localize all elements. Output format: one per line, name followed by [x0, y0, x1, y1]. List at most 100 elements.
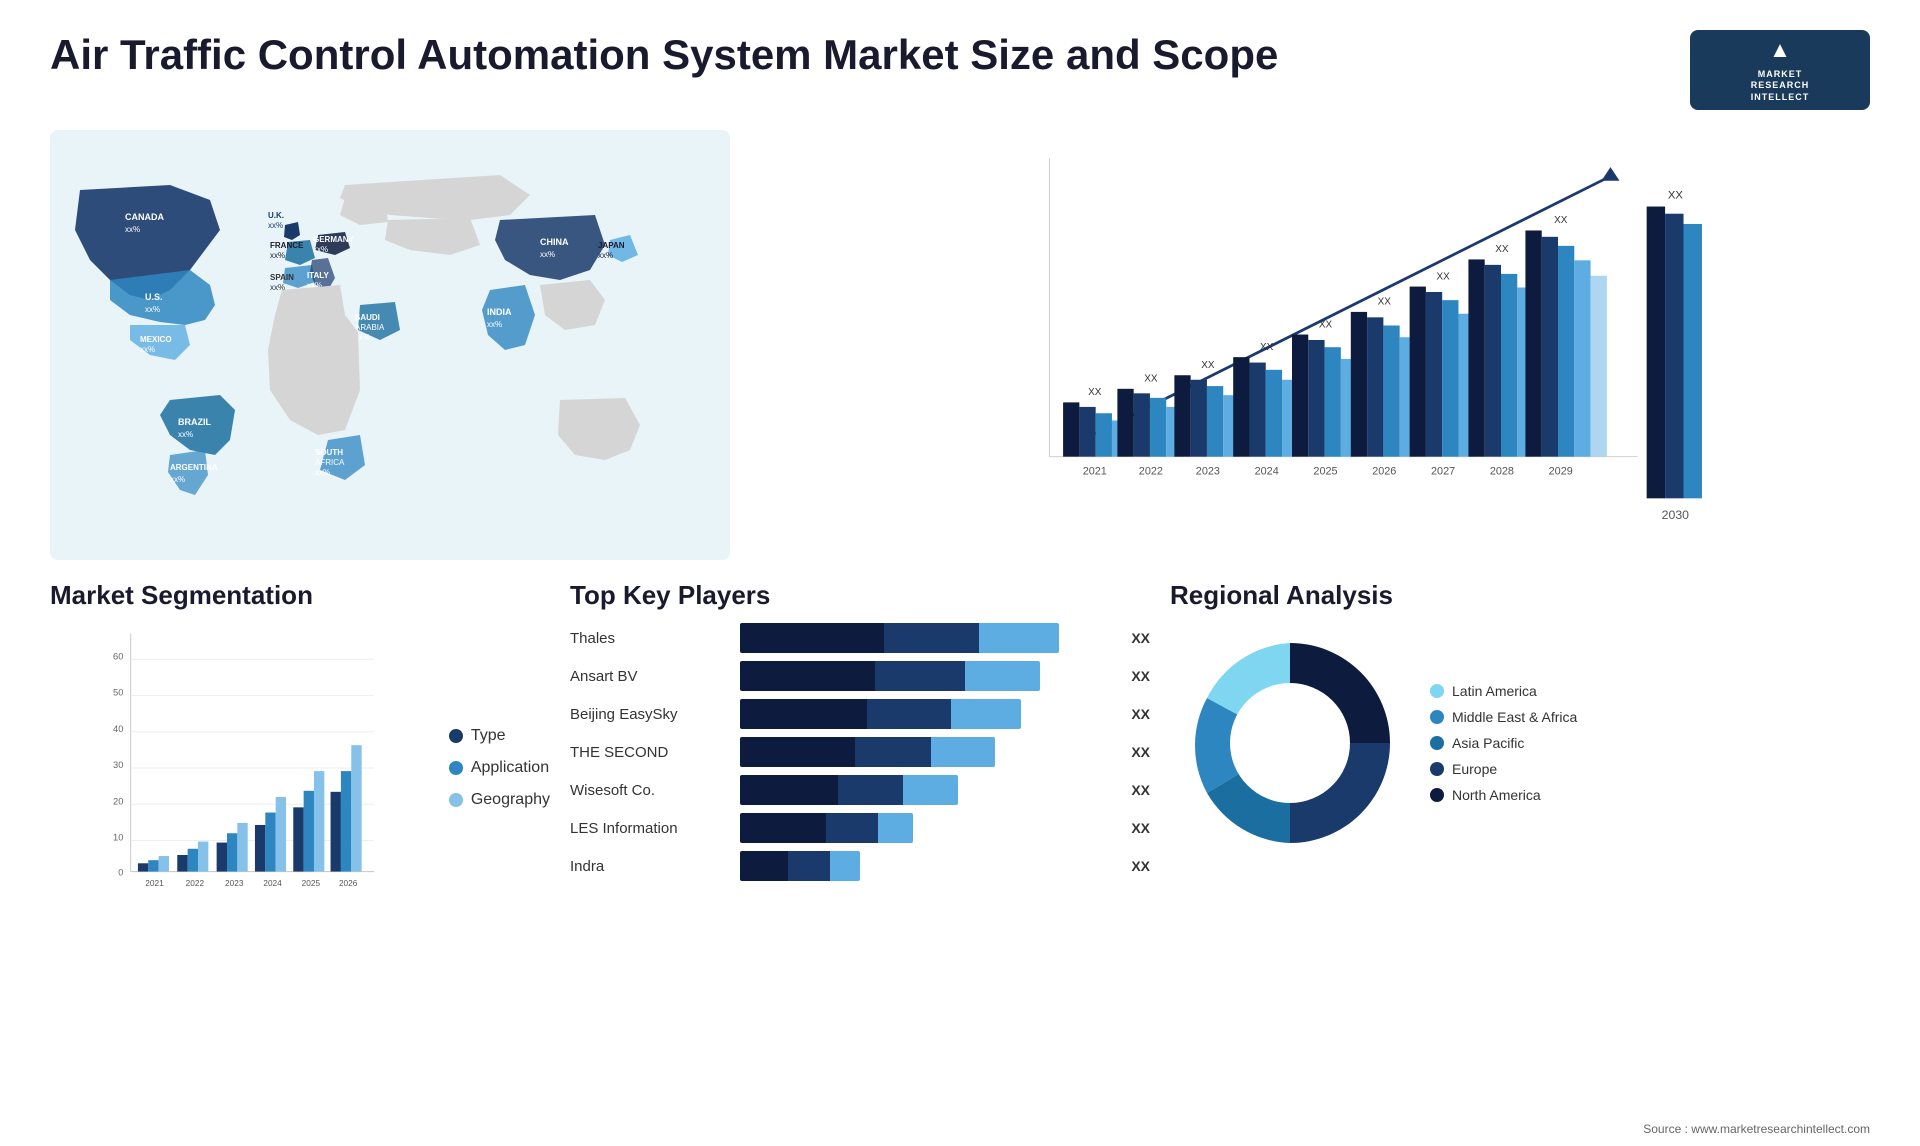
svg-text:xx%: xx% [487, 320, 502, 329]
svg-text:2024: 2024 [263, 879, 282, 888]
top-row: CANADA xx% U.S. xx% MEXICO xx% BRAZIL xx… [50, 130, 1870, 560]
player-bar-wisesoft [740, 775, 1115, 805]
legend-label-type: Type [471, 727, 506, 745]
regional-section: Regional Analysis [1170, 580, 1870, 920]
player-row-les: LES Information XX [570, 813, 1150, 843]
players-section: Top Key Players Thales XX [570, 580, 1150, 920]
page-title: Air Traffic Control Automation System Ma… [50, 30, 1278, 80]
logo-icon: ▲ [1769, 36, 1791, 65]
player-row-beijing: Beijing EasySky XX [570, 699, 1150, 729]
player-name-ansart: Ansart BV [570, 668, 730, 685]
player-bar-thales [740, 623, 1115, 653]
svg-text:xx%: xx% [270, 251, 285, 260]
player-xx-ansart: XX [1131, 668, 1150, 684]
svg-text:xx%: xx% [598, 251, 613, 260]
reg-label-mea: Middle East & Africa [1452, 709, 1577, 725]
bottom-row: Market Segmentation 0 10 20 30 40 50 [50, 580, 1870, 920]
player-xx-beijing: XX [1131, 706, 1150, 722]
reg-label-na: North America [1452, 787, 1541, 803]
legend-geography: Geography [449, 791, 550, 809]
regional-title: Regional Analysis [1170, 580, 1870, 611]
reg-legend-mea: Middle East & Africa [1430, 709, 1577, 725]
svg-text:JAPAN: JAPAN [598, 241, 625, 250]
svg-text:U.K.: U.K. [268, 211, 284, 220]
reg-dot-mea [1430, 710, 1444, 724]
logo-line2: RESEARCH [1751, 80, 1810, 92]
player-row-second: THE SECOND XX [570, 737, 1150, 767]
donut-svg [1170, 623, 1410, 863]
reg-label-asia: Asia Pacific [1452, 735, 1524, 751]
reg-label-latin: Latin America [1452, 683, 1537, 699]
reg-dot-asia [1430, 736, 1444, 750]
svg-text:xx%: xx% [140, 345, 155, 354]
reg-legend-asia: Asia Pacific [1430, 735, 1577, 751]
player-row-wisesoft: Wisesoft Co. XX [570, 775, 1150, 805]
svg-text:BRAZIL: BRAZIL [178, 417, 211, 427]
player-row-thales: Thales XX [570, 623, 1150, 653]
svg-text:U.S.: U.S. [145, 292, 163, 302]
seg-chart: 0 10 20 30 40 50 60 [50, 623, 429, 913]
svg-text:MEXICO: MEXICO [140, 335, 172, 344]
legend-type: Type [449, 727, 550, 745]
svg-text:XX: XX [1668, 189, 1684, 201]
bar-chart-section: 2021 XX 2022 XX 2023 XX [750, 130, 1870, 560]
logo: ▲ MARKET RESEARCH INTELLECT [1690, 30, 1870, 110]
world-map: CANADA xx% U.S. xx% MEXICO xx% BRAZIL xx… [50, 130, 730, 560]
svg-text:GERMANY: GERMANY [313, 235, 355, 244]
player-xx-wisesoft: XX [1131, 782, 1150, 798]
svg-text:2030: 2030 [1662, 508, 1689, 522]
player-xx-second: XX [1131, 744, 1150, 760]
player-name-thales: Thales [570, 630, 730, 647]
svg-text:ARABIA: ARABIA [355, 323, 385, 332]
svg-text:SAUDI: SAUDI [355, 313, 380, 322]
svg-text:ARGENTINA: ARGENTINA [170, 463, 218, 472]
svg-text:FRANCE: FRANCE [270, 241, 304, 250]
world-map-section: CANADA xx% U.S. xx% MEXICO xx% BRAZIL xx… [50, 130, 730, 560]
svg-text:SOUTH: SOUTH [315, 448, 343, 457]
page-container: Air Traffic Control Automation System Ma… [0, 0, 1920, 1146]
reg-label-europe: Europe [1452, 761, 1497, 777]
donut-chart [1170, 623, 1410, 863]
reg-legend-latin: Latin America [1430, 683, 1577, 699]
player-bar-beijing [740, 699, 1115, 729]
source-text: Source : www.marketresearchintellect.com [1643, 1122, 1870, 1136]
svg-text:2026: 2026 [339, 879, 358, 888]
segmentation-section: Market Segmentation 0 10 20 30 40 50 [50, 580, 550, 920]
legend-dot-application [449, 761, 463, 775]
svg-text:20: 20 [113, 796, 123, 806]
svg-text:INDIA: INDIA [487, 307, 512, 317]
bar-chart-overlay: 2030 XX [800, 140, 1920, 570]
player-bar-les [740, 813, 1115, 843]
reg-legend-europe: Europe [1430, 761, 1577, 777]
logo-line3: INTELLECT [1751, 92, 1810, 104]
player-bar-second [740, 737, 1115, 767]
svg-text:2021: 2021 [145, 879, 164, 888]
svg-text:10: 10 [113, 833, 123, 843]
svg-text:40: 40 [113, 724, 123, 734]
player-row-indra: Indra XX [570, 851, 1150, 881]
player-xx-thales: XX [1131, 630, 1150, 646]
svg-text:xx%: xx% [268, 221, 283, 230]
svg-text:2022: 2022 [186, 879, 205, 888]
segmentation-title: Market Segmentation [50, 580, 550, 611]
reg-dot-europe [1430, 762, 1444, 776]
svg-text:xx%: xx% [125, 225, 140, 234]
svg-text:xx%: xx% [170, 475, 185, 484]
svg-text:AFRICA: AFRICA [315, 458, 345, 467]
svg-text:0: 0 [118, 868, 123, 878]
svg-text:SPAIN: SPAIN [270, 273, 294, 282]
svg-text:xx%: xx% [178, 430, 193, 439]
player-bar-ansart [740, 661, 1115, 691]
player-name-les: LES Information [570, 820, 730, 837]
player-name-indra: Indra [570, 858, 730, 875]
svg-text:CHINA: CHINA [540, 237, 569, 247]
player-bar-indra [740, 851, 1115, 881]
legend-dot-type [449, 729, 463, 743]
players-title: Top Key Players [570, 580, 1150, 611]
svg-text:2025: 2025 [302, 879, 321, 888]
svg-text:ITALY: ITALY [307, 271, 329, 280]
svg-text:60: 60 [113, 651, 123, 661]
players-list: Thales XX Ansart BV [570, 623, 1150, 881]
reg-legend-na: North America [1430, 787, 1577, 803]
seg-legend: Type Application Geography [439, 623, 550, 913]
